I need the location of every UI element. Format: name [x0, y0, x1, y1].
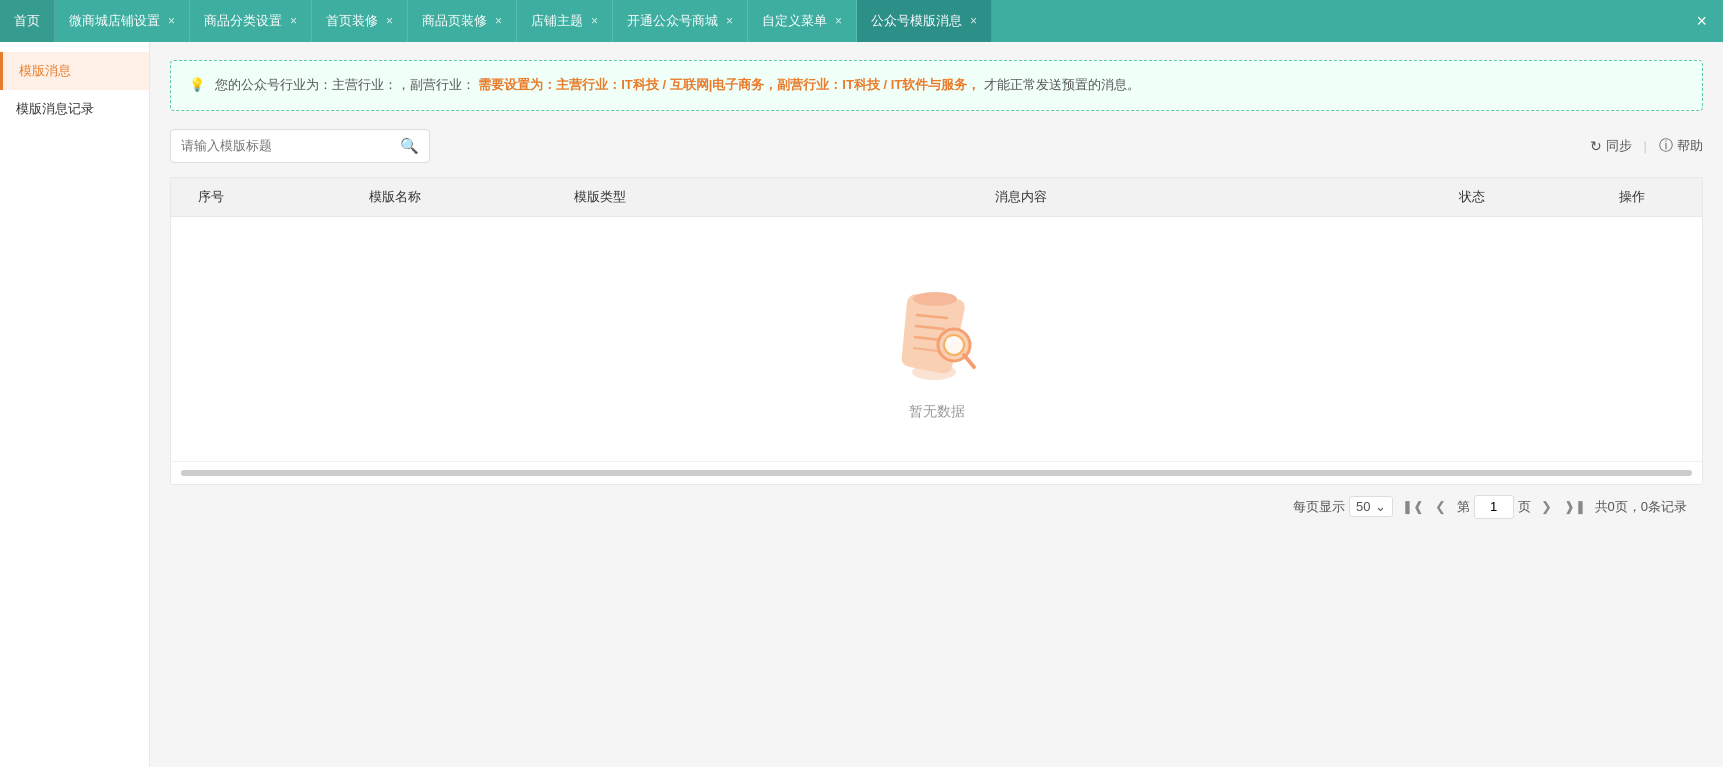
page-size-dropdown[interactable]: 50 ⌄ — [1349, 496, 1392, 517]
notice-icon: 💡 — [189, 77, 205, 92]
notice-text-after: 才能正常发送预置的消息。 — [984, 77, 1140, 92]
nav-tab-template-msg-label: 公众号模版消息 — [871, 12, 962, 30]
table-header: 序号 模版名称 模版类型 消息内容 状态 操作 — [171, 178, 1702, 217]
search-actions: ↻ 同步 | ⓘ 帮助 — [1590, 137, 1703, 155]
empty-image — [882, 277, 992, 387]
nav-tab-home-label: 首页 — [14, 12, 40, 30]
nav-tab-homepage-decor[interactable]: 首页装修 × — [312, 0, 408, 42]
table-wrap: 序号 模版名称 模版类型 消息内容 状态 操作 — [170, 177, 1703, 485]
prev-page-button[interactable]: ❮ — [1429, 495, 1453, 519]
search-bar: 🔍 ↻ 同步 | ⓘ 帮助 — [170, 129, 1703, 163]
nav-tab-custom-menu-label: 自定义菜单 — [762, 12, 827, 30]
notice-box: 💡 您的公众号行业为：主营行业：，副营行业： 需要设置为：主营行业：IT科技 /… — [170, 60, 1703, 111]
search-input[interactable] — [181, 138, 400, 153]
close-all-button[interactable]: × — [1680, 0, 1723, 42]
sync-button[interactable]: ↻ 同步 — [1590, 137, 1632, 155]
svg-point-9 — [946, 337, 951, 342]
empty-text: 暂无数据 — [909, 403, 965, 421]
nav-tab-open-mall-label: 开通公众号商城 — [627, 12, 718, 30]
sync-icon: ↻ — [1590, 138, 1602, 154]
nav-tab-home[interactable]: 首页 — [0, 0, 55, 42]
page-label: 第 — [1457, 498, 1470, 516]
nav-tab-open-mall-close[interactable]: × — [726, 14, 733, 28]
th-action: 操作 — [1562, 188, 1702, 206]
th-status: 状态 — [1382, 188, 1562, 206]
th-index: 序号 — [171, 188, 251, 206]
page-size-label: 每页显示 — [1293, 498, 1345, 516]
nav-tab-shop-settings-close[interactable]: × — [168, 14, 175, 28]
page-size-select: 每页显示 50 ⌄ — [1293, 496, 1392, 517]
nav-tab-shop-theme-label: 店铺主题 — [531, 12, 583, 30]
page-unit: 页 — [1518, 498, 1531, 516]
nav-tab-shop-theme[interactable]: 店铺主题 × — [517, 0, 613, 42]
nav-tab-shop-settings[interactable]: 微商城店铺设置 × — [55, 0, 190, 42]
page-number-input[interactable] — [1474, 495, 1514, 519]
nav-tab-template-msg-close[interactable]: × — [970, 14, 977, 28]
sidebar-item-template-msg[interactable]: 模版消息 — [0, 52, 149, 90]
sync-label: 同步 — [1606, 137, 1632, 155]
nav-tab-custom-menu[interactable]: 自定义菜单 × — [748, 0, 857, 42]
chevron-down-icon: ⌄ — [1375, 499, 1386, 514]
nav-tab-product-close[interactable]: × — [495, 14, 502, 28]
nav-tab-template-msg[interactable]: 公众号模版消息 × — [857, 0, 992, 42]
svg-point-1 — [913, 292, 957, 306]
nav-tab-homepage-label: 首页装修 — [326, 12, 378, 30]
horizontal-scrollbar[interactable] — [181, 470, 1692, 476]
th-name: 模版名称 — [251, 188, 540, 206]
nav-tab-homepage-close[interactable]: × — [386, 14, 393, 28]
main-layout: 模版消息 模版消息记录 💡 您的公众号行业为：主营行业：，副营行业： 需要设置为… — [0, 42, 1723, 767]
nav-tab-custom-menu-close[interactable]: × — [835, 14, 842, 28]
help-icon: ⓘ — [1659, 137, 1673, 155]
sidebar-item-template-record[interactable]: 模版消息记录 — [0, 90, 149, 128]
help-label: 帮助 — [1677, 137, 1703, 155]
svg-line-8 — [964, 355, 974, 367]
search-icon[interactable]: 🔍 — [400, 137, 419, 155]
help-button[interactable]: ⓘ 帮助 — [1659, 137, 1703, 155]
nav-tab-product-decor[interactable]: 商品页装修 × — [408, 0, 517, 42]
scroll-track-wrap — [171, 461, 1702, 484]
th-content: 消息内容 — [660, 188, 1382, 206]
content-area: 💡 您的公众号行业为：主营行业：，副营行业： 需要设置为：主营行业：IT科技 /… — [150, 42, 1723, 767]
last-page-button[interactable]: ❱❚ — [1563, 495, 1587, 519]
top-nav: 首页 微商城店铺设置 × 商品分类设置 × 首页装修 × 商品页装修 × 店铺主… — [0, 0, 1723, 42]
page-size-value: 50 — [1356, 499, 1370, 514]
th-type: 模版类型 — [540, 188, 660, 206]
total-label: 共0页，0条记录 — [1595, 498, 1687, 516]
first-page-button[interactable]: ❚❰ — [1401, 495, 1425, 519]
nav-tab-product-label: 商品页装修 — [422, 12, 487, 30]
divider: | — [1644, 138, 1647, 153]
page-nav: ❚❰ ❮ 第 页 ❯ ❱❚ — [1401, 495, 1587, 519]
search-input-wrap[interactable]: 🔍 — [170, 129, 430, 163]
empty-state: 暂无数据 — [171, 217, 1702, 461]
notice-text-before: 您的公众号行业为：主营行业：，副营行业： — [215, 77, 475, 92]
nav-tab-shop-theme-close[interactable]: × — [591, 14, 598, 28]
nav-tab-category-close[interactable]: × — [290, 14, 297, 28]
nav-tab-category-label: 商品分类设置 — [204, 12, 282, 30]
next-page-button[interactable]: ❯ — [1535, 495, 1559, 519]
nav-tab-category-settings[interactable]: 商品分类设置 × — [190, 0, 312, 42]
notice-highlight: 需要设置为：主营行业：IT科技 / 互联网|电子商务，副营行业：IT科技 / I… — [478, 77, 980, 92]
pagination-bar: 每页显示 50 ⌄ ❚❰ ❮ 第 页 ❯ ❱❚ 共0页，0条记录 — [170, 485, 1703, 525]
sidebar: 模版消息 模版消息记录 — [0, 42, 150, 767]
svg-point-7 — [944, 335, 964, 355]
nav-tab-open-mall[interactable]: 开通公众号商城 × — [613, 0, 748, 42]
nav-tab-shop-settings-label: 微商城店铺设置 — [69, 12, 160, 30]
